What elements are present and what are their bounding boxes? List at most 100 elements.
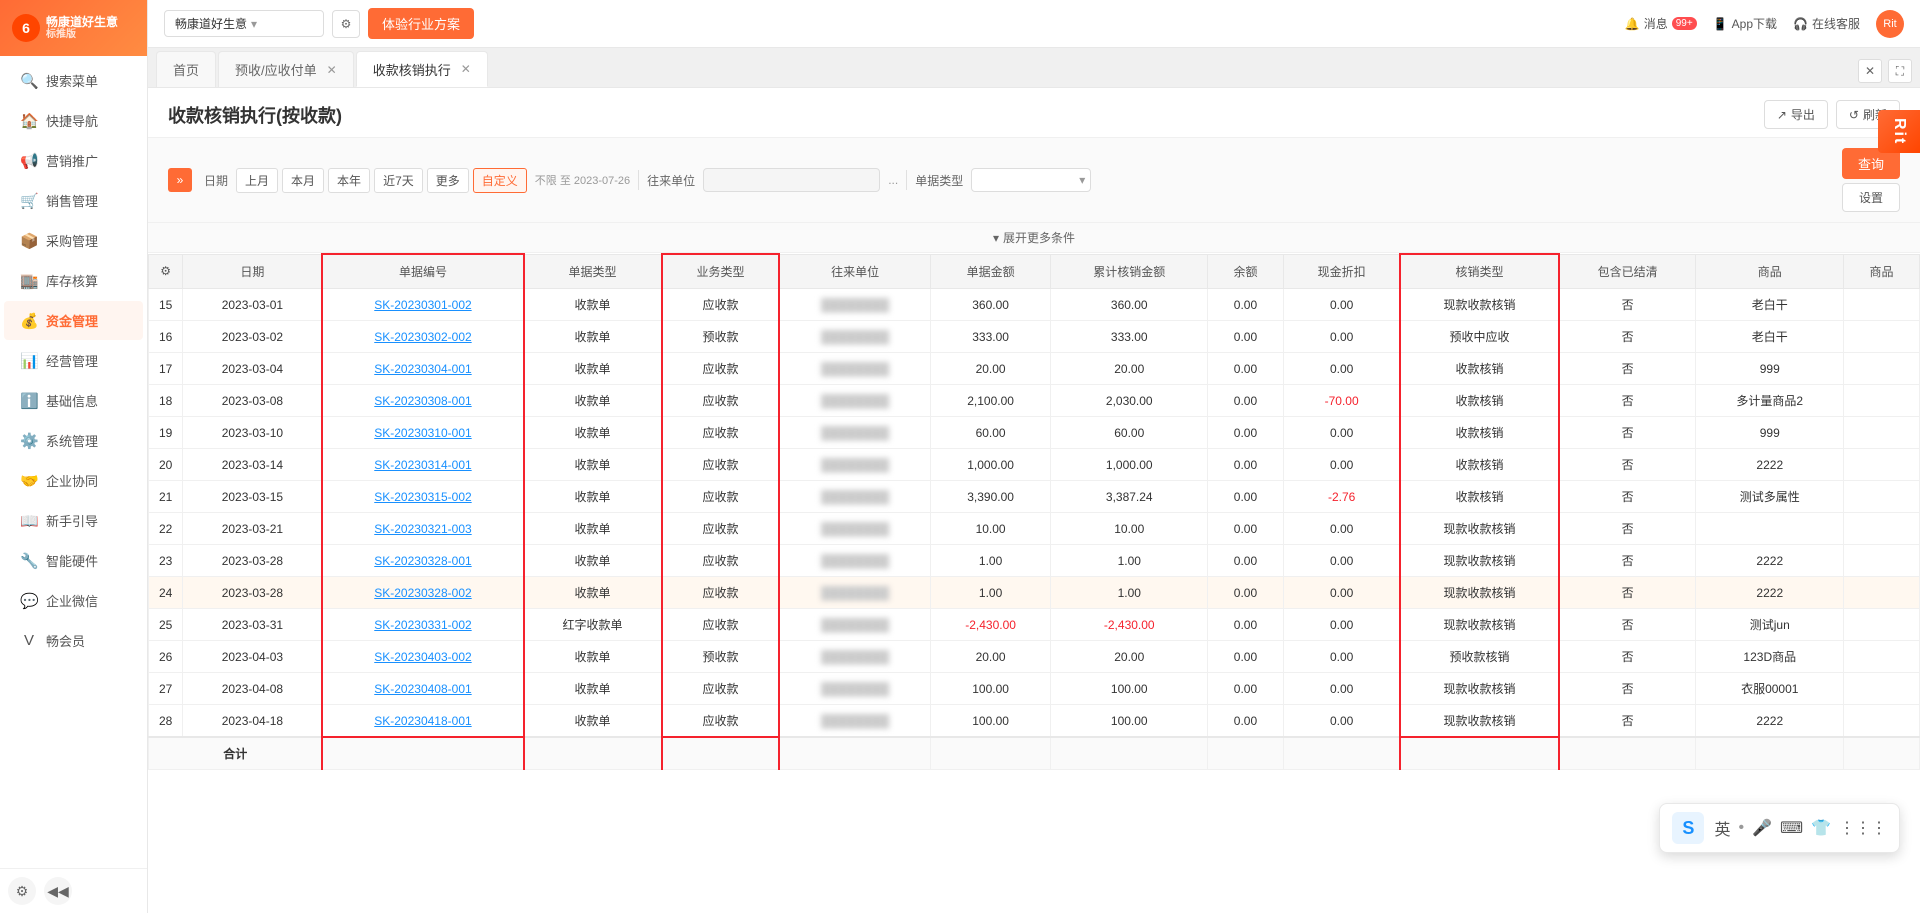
sidebar-item-wechat[interactable]: 💬 企业微信 — [4, 581, 143, 620]
cell-balance: 0.00 — [1208, 545, 1284, 577]
cell-doc-no[interactable]: SK-20230403-002 — [322, 641, 523, 673]
sidebar-item-corp[interactable]: 🤝 企业协同 — [4, 461, 143, 500]
filter-settings-btn[interactable]: 设置 — [1842, 183, 1900, 212]
doc-no-link[interactable]: SK-20230302-002 — [374, 330, 471, 344]
sidebar-item-purchase[interactable]: 📦 采购管理 — [4, 221, 143, 260]
filter-date-last-month[interactable]: 上月 — [236, 168, 278, 193]
cell-verify-type: 收款核销 — [1400, 449, 1558, 481]
ime-mic-btn[interactable]: 🎤 — [1752, 818, 1772, 838]
close-tab-btn[interactable]: ✕ — [1858, 59, 1882, 83]
partner-input[interactable] — [703, 168, 880, 192]
sidebar-item-finance[interactable]: 💰 资金管理 — [4, 301, 143, 340]
sidebar-item-quicknav[interactable]: 🏠 快捷导航 — [4, 101, 143, 140]
sidebar-item-ops[interactable]: 📊 经营管理 — [4, 341, 143, 380]
tab-home[interactable]: 首页 — [156, 51, 216, 87]
filter-date-custom[interactable]: 自定义 — [473, 168, 527, 193]
doc-no-link[interactable]: SK-20230331-002 — [374, 618, 471, 632]
tab-collection[interactable]: 收款核销执行 ✕ — [356, 51, 488, 87]
export-btn[interactable]: ↗ 导出 — [1764, 100, 1828, 129]
tab-prepay-close[interactable]: ✕ — [327, 63, 337, 77]
cell-no: 28 — [149, 705, 183, 738]
sidebar-settings-btn[interactable]: ⚙ — [8, 877, 36, 905]
sidebar-collapse-btn[interactable]: ◀◀ — [44, 877, 72, 905]
cell-doc-no[interactable]: SK-20230315-002 — [322, 481, 523, 513]
cell-doc-no[interactable]: SK-20230328-002 — [322, 577, 523, 609]
company-selector[interactable]: 畅康道好生意 ▾ — [164, 10, 324, 37]
col-settings[interactable]: ⚙ — [149, 254, 183, 289]
cell-doc-no[interactable]: SK-20230408-001 — [322, 673, 523, 705]
industry-solution-btn[interactable]: 体验行业方案 — [368, 8, 474, 39]
doc-no-link[interactable]: SK-20230328-001 — [374, 554, 471, 568]
doc-no-link[interactable]: SK-20230321-003 — [374, 522, 471, 536]
cell-biz-type: 应收款 — [662, 385, 780, 417]
table-row: 27 2023-04-08 SK-20230408-001 收款单 应收款 ██… — [149, 673, 1920, 705]
cell-doc-no[interactable]: SK-20230328-001 — [322, 545, 523, 577]
voucher-type-select[interactable] — [971, 168, 1091, 192]
cell-doc-no[interactable]: SK-20230314-001 — [322, 449, 523, 481]
filter-date-this-month[interactable]: 本月 — [282, 168, 324, 193]
sidebar-item-basic[interactable]: ℹ️ 基础信息 — [4, 381, 143, 420]
summary-doc-type — [524, 737, 662, 770]
expand-icon: » — [177, 173, 184, 187]
doc-no-link[interactable]: SK-20230314-001 — [374, 458, 471, 472]
filter-more-dots[interactable]: ... — [888, 173, 898, 187]
doc-no-link[interactable]: SK-20230408-001 — [374, 682, 471, 696]
sidebar-item-search[interactable]: 🔍 搜索菜单 — [4, 61, 143, 100]
doc-no-link[interactable]: SK-20230315-002 — [374, 490, 471, 504]
cell-doc-no[interactable]: SK-20230321-003 — [322, 513, 523, 545]
settings-gear-btn[interactable]: ⚙ — [332, 10, 360, 38]
cell-doc-no[interactable]: SK-20230304-001 — [322, 353, 523, 385]
cell-doc-no[interactable]: SK-20230308-001 — [322, 385, 523, 417]
cell-partner: ████████ — [779, 353, 930, 385]
sidebar-item-member[interactable]: V 畅会员 — [4, 621, 143, 660]
fullscreen-btn[interactable]: ⛶ — [1888, 59, 1912, 83]
cell-verify-type: 现款收款核销 — [1400, 545, 1558, 577]
sidebar-item-inventory[interactable]: 🏬 库存核算 — [4, 261, 143, 300]
cell-verify-type: 现款收款核销 — [1400, 609, 1558, 641]
doc-no-link[interactable]: SK-20230308-001 — [374, 394, 471, 408]
bell-icon: 🔔 — [1625, 17, 1640, 31]
filter-date-more[interactable]: 更多 — [427, 168, 469, 193]
user-avatar[interactable]: Rit — [1876, 10, 1904, 38]
filter-date-this-year[interactable]: 本年 — [328, 168, 370, 193]
cell-doc-no[interactable]: SK-20230310-001 — [322, 417, 523, 449]
cell-amount: 333.00 — [930, 321, 1051, 353]
summary-row: 合计 — [149, 737, 1920, 770]
cell-cash-discount: 0.00 — [1283, 513, 1400, 545]
filter-date-7days[interactable]: 近7天 — [374, 168, 423, 193]
filter-date-btns: 上月 本月 本年 近7天 更多 自定义 — [236, 168, 527, 193]
doc-no-link[interactable]: SK-20230304-001 — [374, 362, 471, 376]
cell-doc-no[interactable]: SK-20230418-001 — [322, 705, 523, 738]
cell-doc-no[interactable]: SK-20230302-002 — [322, 321, 523, 353]
doc-no-link[interactable]: SK-20230328-002 — [374, 586, 471, 600]
doc-no-link[interactable]: SK-20230301-002 — [374, 298, 471, 312]
expand-more-row[interactable]: ▾ 展开更多条件 — [148, 223, 1920, 253]
sidebar-item-marketing[interactable]: 📢 营销推广 — [4, 141, 143, 180]
doc-no-link[interactable]: SK-20230403-002 — [374, 650, 471, 664]
doc-no-link[interactable]: SK-20230310-001 — [374, 426, 471, 440]
cell-doc-no[interactable]: SK-20230331-002 — [322, 609, 523, 641]
sidebar-item-guide[interactable]: 📖 新手引导 — [4, 501, 143, 540]
wechat-icon: 💬 — [20, 592, 38, 610]
page-header: 收款核销执行(按收款) ↗ 导出 ↺ 刷新 — [148, 88, 1920, 138]
app-download-btn[interactable]: 📱 App下载 — [1713, 15, 1777, 32]
sidebar-item-system[interactable]: ⚙️ 系统管理 — [4, 421, 143, 460]
online-support-btn[interactable]: 🎧 在线客服 — [1793, 15, 1860, 32]
marketing-icon: 📢 — [20, 152, 38, 170]
filter-expand-btn[interactable]: » — [168, 168, 192, 192]
ime-more-btn[interactable]: ⋮⋮⋮ — [1839, 818, 1887, 838]
search-icon: 🔍 — [20, 72, 38, 90]
tab-collection-close[interactable]: ✕ — [461, 62, 471, 76]
tab-prepay[interactable]: 预收/应收付单 ✕ — [218, 51, 354, 87]
headset-icon: 🎧 — [1793, 17, 1808, 31]
ime-emoji-btn[interactable]: 👕 — [1811, 818, 1831, 838]
ime-chinese-btn[interactable]: 英 — [1714, 816, 1730, 840]
cell-doc-no[interactable]: SK-20230301-002 — [322, 289, 523, 321]
doc-no-link[interactable]: SK-20230418-001 — [374, 714, 471, 728]
notification-btn[interactable]: 🔔 消息 99+ — [1625, 15, 1697, 32]
rit-badge[interactable]: Rit — [1878, 110, 1920, 153]
ime-keyboard-btn[interactable]: ⌨ — [1780, 818, 1803, 838]
sidebar-item-sales[interactable]: 🛒 销售管理 — [4, 181, 143, 220]
sidebar-item-hardware[interactable]: 🔧 智能硬件 — [4, 541, 143, 580]
inventory-icon: 🏬 — [20, 272, 38, 290]
